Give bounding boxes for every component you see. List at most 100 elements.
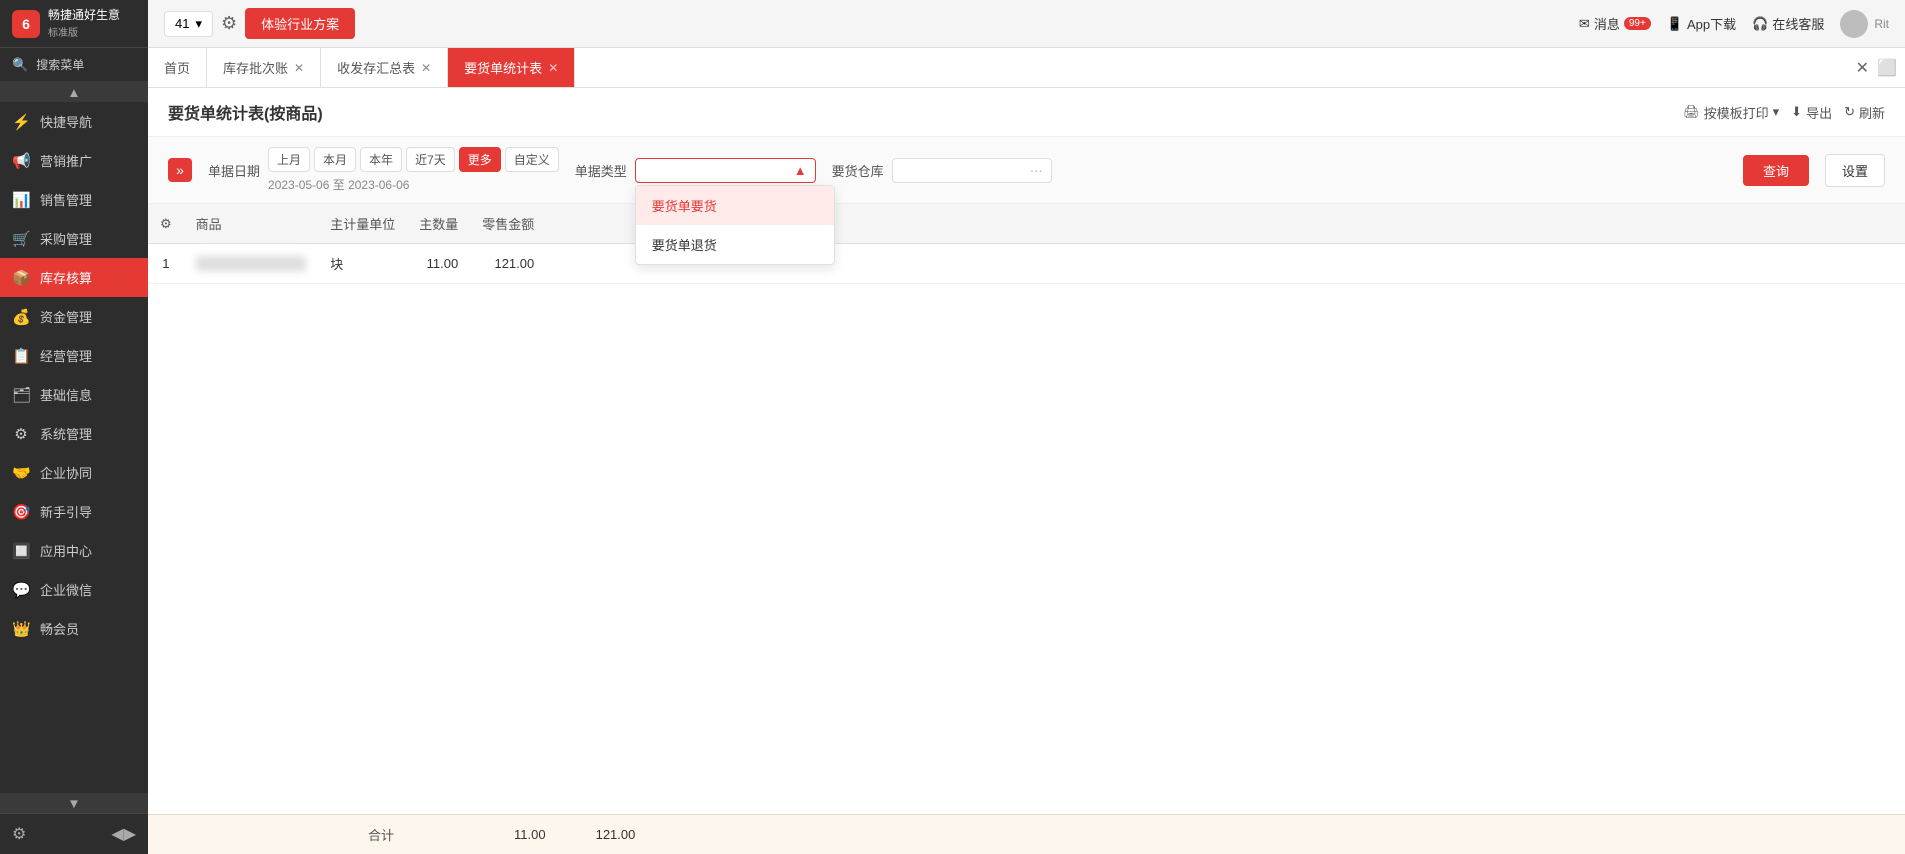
type-dropdown: 要货单要货 要货单退货 [635, 185, 835, 265]
messages-label: 消息 [1594, 14, 1620, 33]
export-button[interactable]: ⬇ 导出 [1791, 103, 1832, 122]
footer-quantity: 11.00 [514, 827, 546, 842]
sidebar-item-sales[interactable]: 📊 销售管理 [0, 180, 148, 219]
purchase-icon: 🛒 [12, 230, 30, 248]
sidebar-item-label: 畅会员 [40, 619, 79, 638]
inventory-icon: 📦 [12, 269, 30, 287]
date-btn-group: 上月 本月 本年 近7天 更多 自定义 [268, 147, 559, 172]
topbar-left: 41 ▾ ⚙ 体验行业方案 [164, 8, 355, 39]
th-unit: 主计量单位 [318, 204, 407, 244]
tab-maximize-button[interactable]: ⬜ [1877, 58, 1897, 78]
query-button[interactable]: 查询 [1743, 155, 1809, 186]
date-btn-last-7-days[interactable]: 近7天 [406, 147, 455, 172]
topbar-settings-icon[interactable]: ⚙ [221, 13, 237, 34]
type-select[interactable]: ▲ [635, 158, 816, 183]
sidebar-item-system[interactable]: ⚙ 系统管理 [0, 414, 148, 453]
date-btn-this-month[interactable]: 本月 [314, 147, 356, 172]
sidebar-item-label: 采购管理 [40, 229, 92, 248]
sidebar-item-label: 应用中心 [40, 541, 92, 560]
footer-settings-icon[interactable]: ⚙ [12, 824, 26, 844]
sidebar-item-label: 营销推广 [40, 151, 92, 170]
sidebar-logo: 6 畅捷通好生意 标准版 [0, 0, 148, 48]
sidebar-item-marketing[interactable]: 📢 营销推广 [0, 141, 148, 180]
footer-collapse-icon[interactable]: ◀▶ [111, 824, 136, 844]
date-label: 单据日期 [208, 161, 260, 180]
company-selector[interactable]: 41 ▾ [164, 11, 213, 37]
wechat-icon: 💬 [12, 581, 30, 599]
sidebar-item-operations[interactable]: 📋 经营管理 [0, 336, 148, 375]
sidebar: 6 畅捷通好生意 标准版 🔍 搜索菜单 ▲ ⚡ 快捷导航 📢 营销推广 📊 销售… [0, 0, 148, 854]
sidebar-item-label: 新手引导 [40, 502, 92, 521]
print-button[interactable]: 🖨 按模板打印 ▾ [1683, 103, 1779, 122]
promo-button[interactable]: 体验行业方案 [245, 8, 355, 39]
sidebar-item-quick-nav[interactable]: ⚡ 快捷导航 [0, 102, 148, 141]
dropdown-item-order-return[interactable]: 要货单退货 [636, 225, 834, 264]
sidebar-item-wechat[interactable]: 💬 企业微信 [0, 570, 148, 609]
tab-order-label: 要货单统计表 [464, 58, 542, 77]
app-download-button[interactable]: 📱 App下载 [1667, 14, 1736, 33]
sidebar-nav: ⚡ 快捷导航 📢 营销推广 📊 销售管理 🛒 采购管理 📦 库存核算 💰 资金管… [0, 102, 148, 793]
tab-batch-close[interactable]: ✕ [294, 61, 304, 75]
tab-close-all-button[interactable]: ✕ [1856, 58, 1869, 78]
topbar: 41 ▾ ⚙ 体验行业方案 ✉ 消息 99+ 📱 App下载 🎧 在线客服 R [148, 0, 1905, 48]
row-quantity: 11.00 [407, 244, 470, 284]
date-btn-custom[interactable]: 自定义 [505, 147, 559, 172]
sidebar-item-label: 系统管理 [40, 424, 92, 443]
date-btn-this-year[interactable]: 本年 [360, 147, 402, 172]
finance-icon: 💰 [12, 308, 30, 326]
sidebar-item-finance[interactable]: 💰 资金管理 [0, 297, 148, 336]
app-logo-icon: 6 [12, 10, 40, 38]
tab-order-close[interactable]: ✕ [548, 61, 558, 75]
settings-button[interactable]: 设置 [1825, 154, 1885, 187]
messages-button[interactable]: ✉ 消息 99+ [1579, 14, 1651, 33]
chevron-up-icon: ▲ [794, 163, 807, 178]
print-icon: 🖨 [1683, 104, 1700, 120]
th-amount: 零售金额 [470, 204, 546, 244]
filter-type-group: 单据类型 ▲ 要货单要货 要货单退货 [575, 158, 816, 183]
refresh-button[interactable]: ↻ 刷新 [1844, 103, 1885, 122]
sidebar-item-label: 基础信息 [40, 385, 92, 404]
sidebar-item-label: 企业协同 [40, 463, 92, 482]
sidebar-scroll-up[interactable]: ▲ [0, 82, 148, 102]
dropdown-item-order-goods[interactable]: 要货单要货 [636, 186, 834, 225]
column-settings-icon: ⚙ [160, 216, 172, 231]
more-dates-badge[interactable]: 更多 [459, 147, 501, 172]
tab-order-summary[interactable]: 要货单统计表 ✕ [448, 48, 575, 88]
avatar-image [1840, 10, 1868, 38]
sidebar-item-app-center[interactable]: 🔲 应用中心 [0, 531, 148, 570]
sidebar-item-enterprise[interactable]: 🤝 企业协同 [0, 453, 148, 492]
sidebar-item-basic[interactable]: 🗂 基础信息 [0, 375, 148, 414]
tab-receive-summary[interactable]: 收发存汇总表 ✕ [321, 48, 448, 88]
date-btn-prev-month[interactable]: 上月 [268, 147, 310, 172]
sidebar-item-label: 经营管理 [40, 346, 92, 365]
export-icon: ⬇ [1791, 104, 1802, 120]
service-icon: 🎧 [1752, 16, 1768, 32]
warehouse-select[interactable]: ··· [892, 158, 1052, 183]
sidebar-item-label: 快捷导航 [40, 112, 92, 131]
sidebar-footer: ⚙ ◀▶ [0, 813, 148, 854]
username-label: Rit [1874, 17, 1889, 31]
member-icon: 👑 [12, 620, 30, 638]
filter-bar: » 单据日期 上月 本月 本年 近7天 更多 自定义 2023-05-06 至 … [148, 137, 1905, 204]
more-icon: ··· [1030, 163, 1043, 178]
filter-toggle-button[interactable]: » [168, 158, 192, 182]
sidebar-item-inventory[interactable]: 📦 库存核算 [0, 258, 148, 297]
export-label: 导出 [1806, 103, 1832, 122]
user-avatar[interactable]: Rit [1840, 10, 1889, 38]
sidebar-item-guide[interactable]: 🎯 新手引导 [0, 492, 148, 531]
sidebar-search[interactable]: 🔍 搜索菜单 [0, 48, 148, 82]
sidebar-item-member[interactable]: 👑 畅会员 [0, 609, 148, 648]
app-title: 畅捷通好生意 [48, 8, 120, 24]
tab-receive-close[interactable]: ✕ [421, 61, 431, 75]
tab-home[interactable]: 首页 [148, 48, 207, 88]
enterprise-icon: 🤝 [12, 464, 30, 482]
online-service-button[interactable]: 🎧 在线客服 [1752, 14, 1824, 33]
type-input[interactable] [644, 163, 794, 178]
app-center-icon: 🔲 [12, 542, 30, 560]
sidebar-item-purchase[interactable]: 🛒 采购管理 [0, 219, 148, 258]
footer-label: 合计 [368, 825, 394, 844]
th-settings[interactable]: ⚙ [148, 204, 184, 244]
sidebar-scroll-down[interactable]: ▼ [0, 793, 148, 813]
tab-batch-account[interactable]: 库存批次账 ✕ [207, 48, 321, 88]
app-download-icon: 📱 [1667, 16, 1683, 32]
